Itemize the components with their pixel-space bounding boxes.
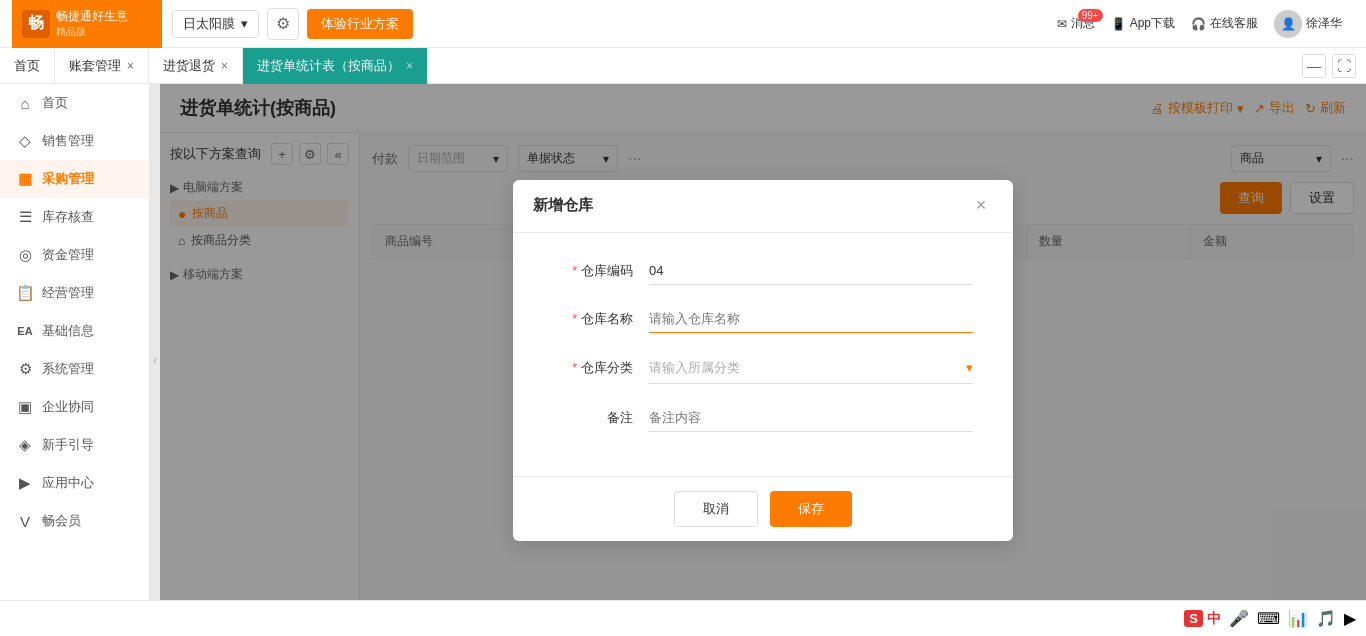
tab-purchase-stats[interactable]: 进货单统计表（按商品） × — [243, 48, 428, 84]
settings-button[interactable]: ⚙ — [267, 8, 299, 40]
logo-text: 畅捷通好生意 精品版 — [56, 9, 128, 38]
tab-close-icon[interactable]: × — [127, 59, 134, 73]
member-icon: V — [16, 512, 34, 530]
modal-footer: 取消 保存 — [513, 476, 1013, 541]
sidebar-item-guide[interactable]: ◈ 新手引导 — [0, 426, 149, 464]
header-right: ✉ 消息 99+ 📱 App下载 🎧 在线客服 👤 徐泽华 — [1057, 10, 1354, 38]
chevron-down-icon: ▾ — [241, 16, 248, 31]
form-row-category: 仓库分类 请输入所属分类 ▾ — [553, 353, 973, 384]
logo-area: 畅 畅捷通好生意 精品版 — [12, 0, 162, 48]
logo-icon: 畅 — [22, 10, 50, 38]
code-label: 仓库编码 — [553, 262, 633, 280]
sidebar-item-inventory[interactable]: ☰ 库存核查 — [0, 198, 149, 236]
tab-account[interactable]: 账套管理 × — [55, 48, 149, 84]
warehouse-category-select[interactable]: 请输入所属分类 ▾ — [649, 353, 973, 384]
top-header: 畅 畅捷通好生意 精品版 日太阳膜 ▾ ⚙ 体验行业方案 ✉ 消息 99+ 📱 … — [0, 0, 1366, 48]
modal-header: 新增仓库 × — [513, 180, 1013, 233]
modal-overlay: 新增仓库 × 仓库编码 仓库名称 仓库分类 — [160, 84, 1366, 636]
basic-icon: EA — [16, 322, 34, 340]
warehouse-code-input[interactable] — [649, 257, 973, 285]
sidebar-item-home[interactable]: ⌂ 首页 — [0, 84, 149, 122]
sidebar-item-sales[interactable]: ◇ 销售管理 — [0, 122, 149, 160]
tab-bar: 首页 账套管理 × 进货退货 × 进货单统计表（按商品） × — ⛶ — [0, 48, 1366, 84]
purchase-icon: ▦ — [16, 170, 34, 188]
trial-button[interactable]: 体验行业方案 — [307, 9, 413, 39]
enterprise-icon: ▣ — [16, 398, 34, 416]
tab-home[interactable]: 首页 — [0, 48, 55, 84]
username: 徐泽华 — [1306, 15, 1342, 32]
sidebar-item-appcenter[interactable]: ▶ 应用中心 — [0, 464, 149, 502]
home-icon: ⌂ — [16, 94, 34, 112]
modal-body: 仓库编码 仓库名称 仓库分类 请输入所属分类 ▾ — [513, 233, 1013, 476]
category-placeholder: 请输入所属分类 — [649, 359, 740, 377]
s-logo: S — [1184, 610, 1203, 627]
user-menu[interactable]: 👤 徐泽华 — [1274, 10, 1342, 38]
finance-icon: ◎ — [16, 246, 34, 264]
store-selector[interactable]: 日太阳膜 ▾ — [172, 10, 259, 38]
cancel-button[interactable]: 取消 — [674, 491, 758, 527]
main-layout: ⌂ 首页 ◇ 销售管理 ▦ 采购管理 ☰ 库存核查 ◎ 资金管理 📋 经营管理 … — [0, 84, 1366, 636]
content-area: 进货单统计(按商品) 🖨 按模板打印 ▾ ↗ 导出 ↻ 刷新 — [160, 84, 1366, 636]
sidebar-item-system[interactable]: ⚙ 系统管理 — [0, 350, 149, 388]
guide-icon: ◈ — [16, 436, 34, 454]
sidebar-item-member[interactable]: V 畅会员 — [0, 502, 149, 540]
form-row-remark: 备注 — [553, 404, 973, 432]
warehouse-name-input[interactable] — [649, 305, 973, 333]
category-label: 仓库分类 — [553, 359, 633, 377]
form-row-name: 仓库名称 — [553, 305, 973, 333]
message-icon: ✉ — [1057, 17, 1067, 31]
bottom-logo: S 中 — [1184, 610, 1221, 628]
music-icon[interactable]: 🎵 — [1316, 609, 1336, 628]
sidebar-item-business[interactable]: 📋 经营管理 — [0, 274, 149, 312]
phone-icon: 📱 — [1111, 17, 1126, 31]
header-middle: 日太阳膜 ▾ ⚙ 体验行业方案 — [162, 8, 1057, 40]
mic-icon[interactable]: 🎤 — [1229, 609, 1249, 628]
messages-button[interactable]: ✉ 消息 99+ — [1057, 15, 1095, 32]
store-name: 日太阳膜 — [183, 15, 235, 33]
system-icon: ⚙ — [16, 360, 34, 378]
form-row-code: 仓库编码 — [553, 257, 973, 285]
tab-controls: — ⛶ — [1302, 54, 1366, 78]
sidebar-item-finance[interactable]: ◎ 资金管理 — [0, 236, 149, 274]
tab-purchase-return[interactable]: 进货退货 × — [149, 48, 243, 84]
headset-icon: 🎧 — [1191, 17, 1206, 31]
online-service-button[interactable]: 🎧 在线客服 — [1191, 15, 1258, 32]
remark-label: 备注 — [553, 409, 633, 427]
app-download-button[interactable]: 📱 App下载 — [1111, 15, 1175, 32]
chevron-down-icon: ▾ — [966, 360, 973, 375]
modal-close-button[interactable]: × — [969, 194, 993, 218]
sidebar-item-basic[interactable]: EA 基础信息 — [0, 312, 149, 350]
add-warehouse-modal: 新增仓库 × 仓库编码 仓库名称 仓库分类 — [513, 180, 1013, 541]
tab-maximize-button[interactable]: ⛶ — [1332, 54, 1356, 78]
inventory-icon: ☰ — [16, 208, 34, 226]
tab-minimize-button[interactable]: — — [1302, 54, 1326, 78]
tab-close-icon[interactable]: × — [221, 59, 228, 73]
play-icon[interactable]: ▶ — [1344, 609, 1356, 628]
bottom-bar: S 中 🎤 ⌨ 📊 🎵 ▶ — [0, 600, 1366, 636]
sidebar-item-purchase[interactable]: ▦ 采购管理 — [0, 160, 149, 198]
warehouse-remark-input[interactable] — [649, 404, 973, 432]
business-icon: 📋 — [16, 284, 34, 302]
sidebar-collapse-button[interactable]: ‹ — [150, 84, 160, 636]
sidebar: ⌂ 首页 ◇ 销售管理 ▦ 采购管理 ☰ 库存核查 ◎ 资金管理 📋 经营管理 … — [0, 84, 150, 636]
chart-icon[interactable]: 📊 — [1288, 609, 1308, 628]
modal-title: 新增仓库 — [533, 196, 593, 215]
tab-close-icon[interactable]: × — [406, 59, 413, 73]
messages-badge: 99+ — [1078, 9, 1103, 22]
name-label: 仓库名称 — [553, 310, 633, 328]
save-button[interactable]: 保存 — [770, 491, 852, 527]
sidebar-item-enterprise[interactable]: ▣ 企业协同 — [0, 388, 149, 426]
sales-icon: ◇ — [16, 132, 34, 150]
keyboard-icon[interactable]: ⌨ — [1257, 609, 1280, 628]
avatar: 👤 — [1274, 10, 1302, 38]
appcenter-icon: ▶ — [16, 474, 34, 492]
